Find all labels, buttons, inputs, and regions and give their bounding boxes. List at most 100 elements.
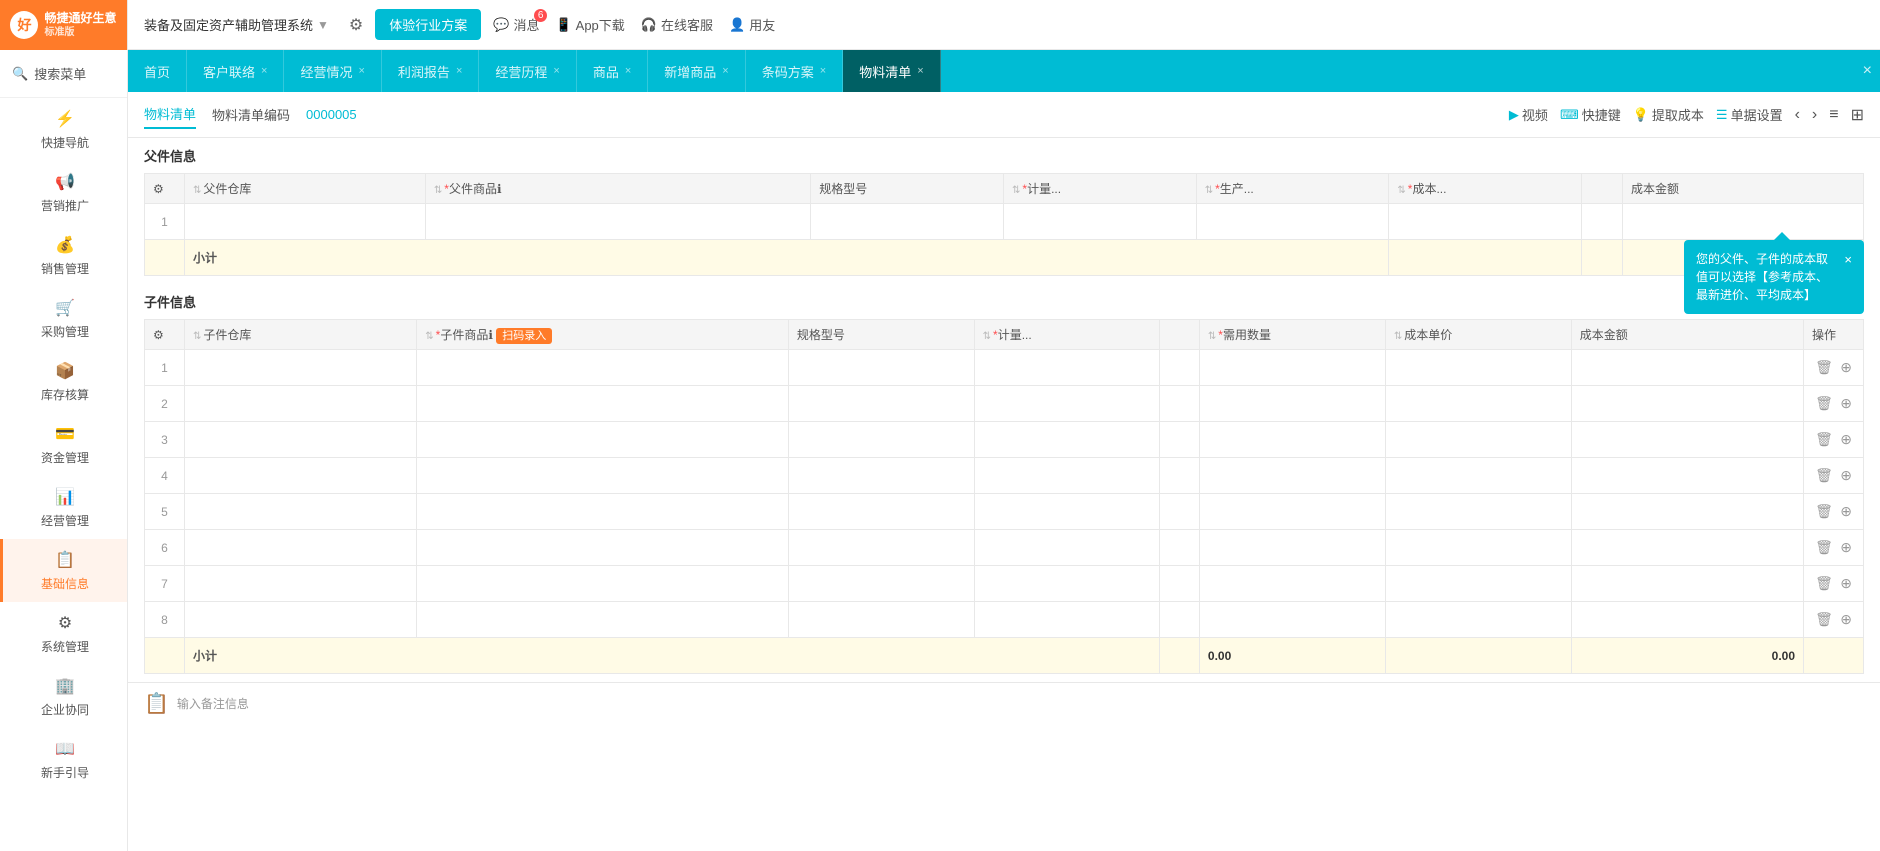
scan-badge[interactable]: 扫码录入	[496, 328, 552, 344]
child-warehouse-cell[interactable]	[185, 530, 417, 566]
trial-button[interactable]: 体验行业方案	[375, 9, 481, 40]
sidebar-item-ops[interactable]: 📊经营管理	[0, 476, 127, 539]
sidebar-item-system[interactable]: ⚙系统管理	[0, 602, 127, 665]
child-spec-cell[interactable]	[788, 566, 974, 602]
sub-tab-bill-of-materials[interactable]: 物料清单	[144, 100, 196, 129]
user-button[interactable]: 👤 用友	[729, 15, 775, 34]
tab-close-icon[interactable]: ×	[456, 65, 462, 77]
sidebar-item-purchase[interactable]: 🛒采购管理	[0, 287, 127, 350]
child-unit-cost-cell[interactable]	[1385, 566, 1571, 602]
delete-icon[interactable]: 🗑	[1815, 395, 1833, 411]
sidebar-item-finance[interactable]: 💳资金管理	[0, 413, 127, 476]
child-unit-cell[interactable]	[974, 566, 1160, 602]
delete-icon[interactable]: 🗑	[1815, 467, 1833, 483]
tab-close-icon[interactable]: ×	[820, 65, 826, 77]
child-qty-cell[interactable]	[1199, 350, 1385, 386]
child-unit-cell[interactable]	[974, 602, 1160, 638]
child-warehouse-cell[interactable]	[185, 566, 417, 602]
child-warehouse-cell[interactable]	[185, 422, 417, 458]
child-warehouse-cell[interactable]	[185, 494, 417, 530]
nav-tab-首页[interactable]: 首页	[128, 50, 187, 92]
child-unit-cost-cell[interactable]	[1385, 386, 1571, 422]
child-warehouse-cell[interactable]	[185, 602, 417, 638]
delete-icon[interactable]: 🗑	[1815, 359, 1833, 375]
tab-close-icon[interactable]: ×	[722, 65, 728, 77]
child-product-cell[interactable]	[417, 530, 789, 566]
delete-icon[interactable]: 🗑	[1815, 539, 1833, 555]
child-product-cell[interactable]	[417, 494, 789, 530]
sidebar-item-sales[interactable]: 💰销售管理	[0, 224, 127, 287]
sidebar-item-inventory[interactable]: 📦库存核算	[0, 350, 127, 413]
delete-icon[interactable]: 🗑	[1815, 431, 1833, 447]
nav-tab-新增商品[interactable]: 新增商品×	[648, 50, 745, 92]
nav-tab-客户联络[interactable]: 客户联络×	[187, 50, 284, 92]
list-nav-button[interactable]: ≡	[1829, 106, 1838, 124]
copy-icon[interactable]: ⊕	[1840, 539, 1852, 555]
tab-close-icon[interactable]: ×	[358, 65, 364, 77]
search-menu-button[interactable]: 🔍 搜索菜单	[8, 58, 119, 89]
parent-col-settings[interactable]: ⚙	[145, 174, 185, 204]
sidebar-item-marketing[interactable]: 📢营销推广	[0, 161, 127, 224]
nav-tab-物料清单[interactable]: 物料清单×	[843, 50, 940, 92]
copy-icon[interactable]: ⊕	[1840, 467, 1852, 483]
child-qty-cell[interactable]	[1199, 386, 1385, 422]
nav-tab-条码方案[interactable]: 条码方案×	[746, 50, 843, 92]
parent-cost-cell[interactable]	[1389, 204, 1582, 240]
child-unit-cell[interactable]	[974, 386, 1160, 422]
child-spec-cell[interactable]	[788, 458, 974, 494]
child-product-cell[interactable]	[417, 566, 789, 602]
copy-icon[interactable]: ⊕	[1840, 575, 1852, 591]
extract-cost-action[interactable]: 💡 提取成本	[1633, 105, 1704, 124]
tooltip-close-button[interactable]: ×	[1844, 250, 1852, 270]
sidebar-item-corp[interactable]: 🏢企业协同	[0, 665, 127, 728]
child-unit-cell[interactable]	[974, 422, 1160, 458]
nav-tab-经营情况[interactable]: 经营情况×	[284, 50, 381, 92]
settings-icon[interactable]: ⚙	[349, 15, 363, 35]
tab-close-icon[interactable]: ×	[917, 65, 923, 77]
child-unit-cell[interactable]	[974, 458, 1160, 494]
child-col-settings[interactable]: ⚙	[145, 320, 185, 350]
parent-produce-cell[interactable]	[1196, 204, 1389, 240]
child-product-cell[interactable]	[417, 458, 789, 494]
child-spec-cell[interactable]	[788, 494, 974, 530]
child-spec-cell[interactable]	[788, 422, 974, 458]
video-action[interactable]: ▶ 视频	[1509, 105, 1548, 124]
child-unit-cost-cell[interactable]	[1385, 422, 1571, 458]
delete-icon[interactable]: 🗑	[1815, 575, 1833, 591]
child-unit-cost-cell[interactable]	[1385, 350, 1571, 386]
parent-spec-cell[interactable]	[811, 204, 1004, 240]
child-unit-cell[interactable]	[974, 530, 1160, 566]
system-selector[interactable]: 装备及固定资产辅助管理系统 ▼	[144, 15, 329, 34]
copy-icon[interactable]: ⊕	[1840, 503, 1852, 519]
child-qty-cell[interactable]	[1199, 602, 1385, 638]
child-unit-cost-cell[interactable]	[1385, 530, 1571, 566]
child-product-cell[interactable]	[417, 422, 789, 458]
child-unit-cost-cell[interactable]	[1385, 494, 1571, 530]
delete-icon[interactable]: 🗑	[1815, 503, 1833, 519]
tab-close-icon[interactable]: ×	[625, 65, 631, 77]
prev-nav-button[interactable]: ‹	[1795, 106, 1800, 124]
child-warehouse-cell[interactable]	[185, 458, 417, 494]
child-spec-cell[interactable]	[788, 602, 974, 638]
nav-tab-商品[interactable]: 商品×	[577, 50, 648, 92]
copy-icon[interactable]: ⊕	[1840, 431, 1852, 447]
online-service-button[interactable]: 🎧 在线客服	[641, 15, 713, 34]
child-warehouse-cell[interactable]	[185, 386, 417, 422]
child-qty-cell[interactable]	[1199, 458, 1385, 494]
child-qty-cell[interactable]	[1199, 530, 1385, 566]
nav-tab-经营历程[interactable]: 经营历程×	[479, 50, 576, 92]
copy-icon[interactable]: ⊕	[1840, 359, 1852, 375]
tab-close-icon[interactable]: ×	[261, 65, 267, 77]
child-unit-cost-cell[interactable]	[1385, 458, 1571, 494]
parent-warehouse-cell[interactable]	[185, 204, 426, 240]
expand-nav-button[interactable]: ⊞	[1851, 105, 1864, 125]
app-download-button[interactable]: 📱 App下载	[555, 15, 624, 34]
nav-tab-利润报告[interactable]: 利润报告×	[382, 50, 479, 92]
child-unit-cell[interactable]	[974, 350, 1160, 386]
child-product-cell[interactable]	[417, 602, 789, 638]
parent-product-cell[interactable]	[425, 204, 810, 240]
child-spec-cell[interactable]	[788, 350, 974, 386]
child-unit-cost-cell[interactable]	[1385, 602, 1571, 638]
child-qty-cell[interactable]	[1199, 494, 1385, 530]
parent-unit-cell[interactable]	[1004, 204, 1197, 240]
